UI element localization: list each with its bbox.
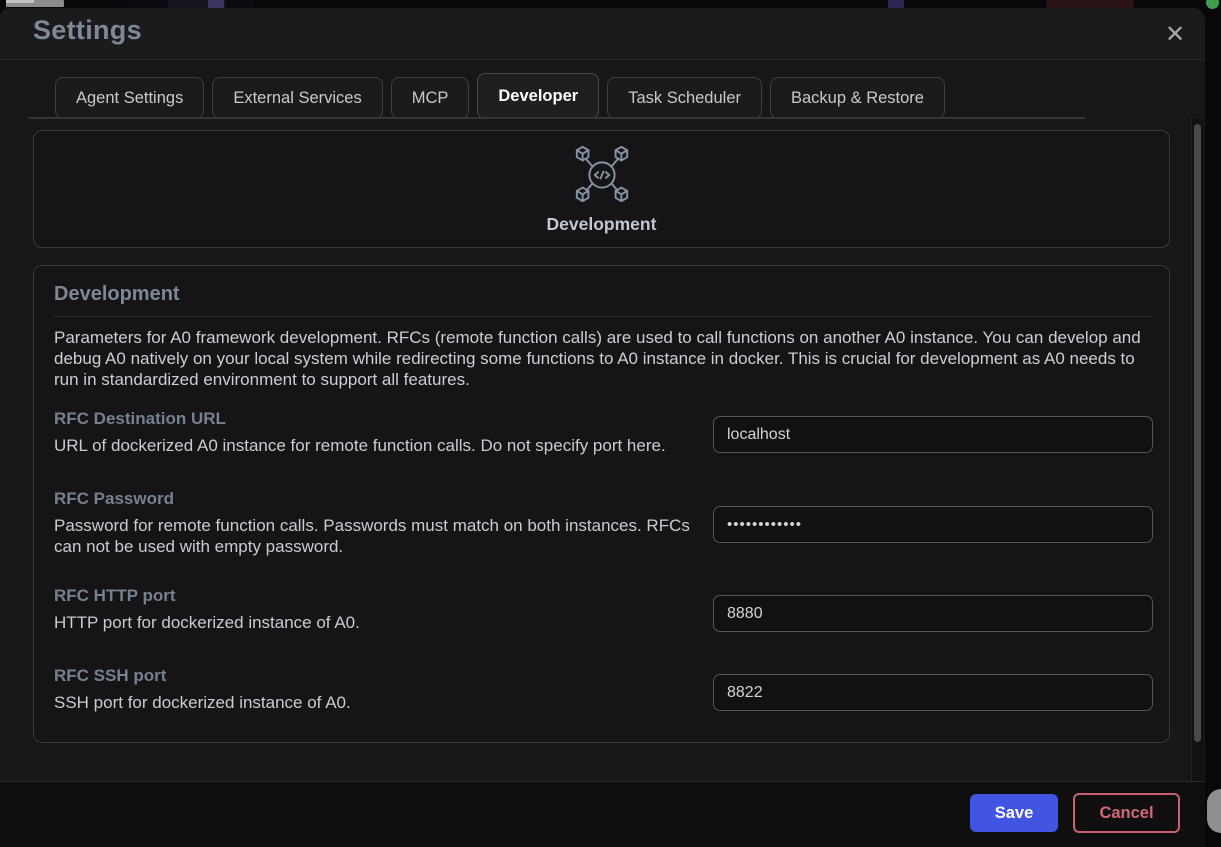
- settings-tab-bar: Agent Settings External Services MCP Dev…: [55, 73, 945, 119]
- modal-header: [0, 8, 1205, 60]
- tab-task-scheduler[interactable]: Task Scheduler: [607, 77, 762, 119]
- connection-status-dot: [1206, 0, 1219, 9]
- development-hero-card: Development: [33, 130, 1170, 248]
- tab-backup-restore[interactable]: Backup & Restore: [770, 77, 945, 119]
- field-description: Password for remote function calls. Pass…: [54, 516, 690, 557]
- field-description: SSH port for dockerized instance of A0.: [54, 693, 351, 712]
- settings-modal: Settings ✕ Agent Settings External Servi…: [0, 8, 1205, 847]
- development-section: Development Parameters for A0 framework …: [33, 265, 1170, 743]
- cancel-button[interactable]: Cancel: [1073, 793, 1180, 833]
- tab-mcp[interactable]: MCP: [390, 77, 470, 119]
- tab-agent-settings[interactable]: Agent Settings: [55, 77, 205, 119]
- modal-scrollbar-thumb[interactable]: [1194, 124, 1201, 742]
- field-description: HTTP port for dockerized instance of A0.: [54, 613, 360, 632]
- section-title: Development: [54, 283, 180, 305]
- tab-developer[interactable]: Developer: [477, 73, 600, 119]
- close-icon[interactable]: ✕: [1158, 19, 1192, 51]
- modal-footer: Save Cancel: [0, 781, 1205, 847]
- field-description: URL of dockerized A0 instance for remote…: [54, 436, 666, 455]
- field-row-rfc-destination-url: RFC Destination URL URL of dockerized A0…: [54, 409, 1154, 456]
- section-divider: [54, 316, 1151, 317]
- section-description: Parameters for A0 framework development.…: [54, 328, 1141, 390]
- development-network-icon: [571, 143, 633, 210]
- field-row-rfc-password: RFC Password Password for remote functio…: [54, 489, 1154, 558]
- save-button[interactable]: Save: [970, 794, 1058, 832]
- modal-title: Settings: [33, 15, 142, 45]
- rfc-password-input[interactable]: [713, 506, 1153, 543]
- page-scroll-handle[interactable]: [1207, 789, 1221, 833]
- tab-bar-underline: [28, 117, 1085, 119]
- field-row-rfc-ssh-port: RFC SSH port SSH port for dockerized ins…: [54, 666, 1154, 713]
- field-row-rfc-http-port: RFC HTTP port HTTP port for dockerized i…: [54, 586, 1154, 633]
- rfc-http-port-input[interactable]: [713, 595, 1153, 632]
- rfc-destination-url-input[interactable]: [713, 416, 1153, 453]
- tab-external-services[interactable]: External Services: [212, 77, 383, 119]
- rfc-ssh-port-input[interactable]: [713, 674, 1153, 711]
- background-status-text: [1046, 0, 1134, 8]
- background-app-logo-highlight: [6, 0, 34, 3]
- hero-section-label: Development: [546, 214, 657, 234]
